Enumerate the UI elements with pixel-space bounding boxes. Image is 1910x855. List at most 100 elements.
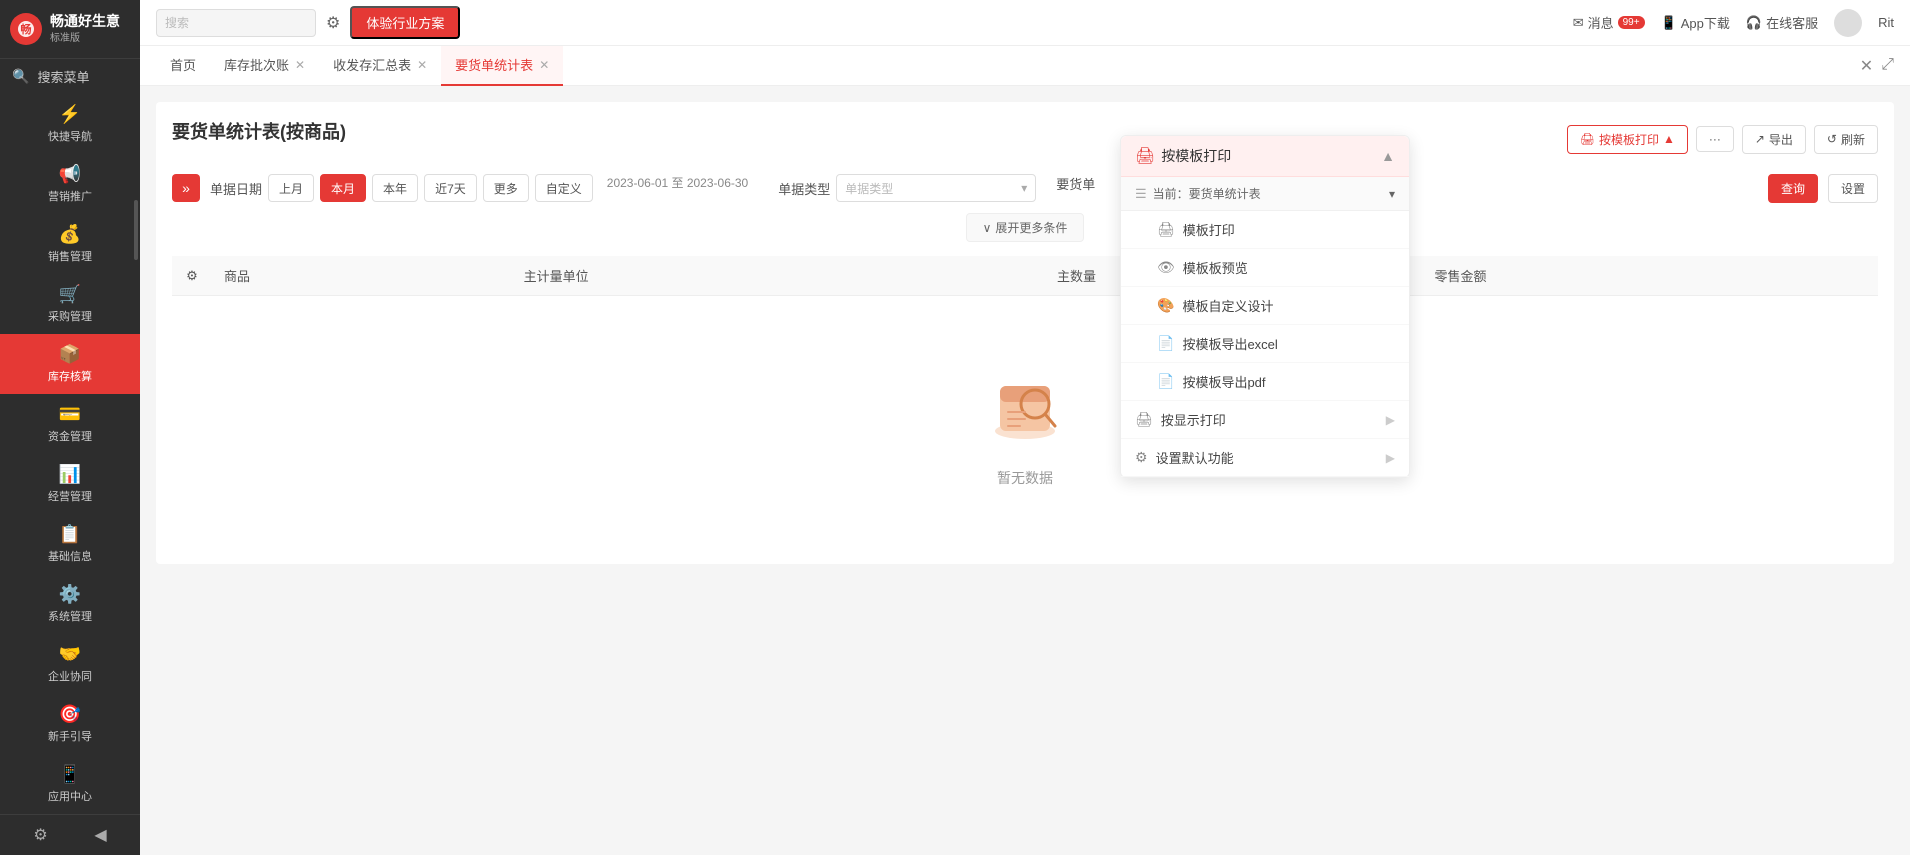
tab-requisition-close[interactable]: ✕ — [539, 58, 549, 72]
query-btn[interactable]: 查询 — [1768, 174, 1818, 203]
export-icon: ↗ — [1755, 132, 1765, 146]
date-last-month-btn[interactable]: 上月 — [268, 174, 314, 202]
settings-gear-icon[interactable]: ⚙ — [326, 13, 340, 33]
print-template-label: 按模板打印 — [1599, 131, 1659, 148]
user-name[interactable]: Rit — [1878, 15, 1894, 30]
table-header-row: ⚙ 商品 主计量单位 主数量 零售金额 — [172, 256, 1878, 296]
set-default-label: 设置默认功能 — [1156, 448, 1234, 467]
sidebar-item-finance[interactable]: 💳 资金管理 — [0, 394, 140, 454]
topbar-right: ✉ 消息 99+ 📱 App下载 🎧 在线客服 Rit — [1573, 9, 1894, 37]
dropdown-item-template-pdf[interactable]: 📄 按模板导出pdf — [1121, 363, 1409, 401]
dropdown-item-template-print[interactable]: 🖨 模板打印 — [1121, 211, 1409, 249]
sidebar-label-base: 基础信息 — [48, 548, 92, 564]
marketing-icon: 📢 — [59, 164, 81, 185]
dropdown-current-template[interactable]: ☰ 当前：要货单统计表 ▾ — [1121, 177, 1409, 211]
dropdown-item-template-preview[interactable]: 👁 模板板预览 — [1121, 249, 1409, 287]
set-default-arrow: ▶ — [1386, 451, 1395, 465]
app-download-icon: 📱 — [1661, 15, 1677, 31]
type-select[interactable]: 单据类型 ▾ — [836, 174, 1036, 202]
sidebar-item-system[interactable]: ⚙️ 系统管理 — [0, 574, 140, 634]
sidebar-item-cooperation[interactable]: 🤝 企业协同 — [0, 634, 140, 694]
sidebar-item-quicknav[interactable]: ⚡ 快捷导航 — [0, 94, 140, 154]
table-header: ⚙ 商品 主计量单位 主数量 零售金额 — [172, 256, 1878, 296]
type-filter-group: 单据类型 单据类型 ▾ — [778, 174, 1036, 202]
sidebar-item-sales[interactable]: 💰 销售管理 — [0, 214, 140, 274]
date-more-btn[interactable]: 更多 — [483, 174, 529, 202]
sidebar-item-marketing[interactable]: 📢 营销推广 — [0, 154, 140, 214]
date-custom-btn[interactable]: 自定义 — [535, 174, 593, 202]
type-select-placeholder: 单据类型 — [845, 180, 893, 197]
col-setting[interactable]: ⚙ — [172, 256, 212, 296]
close-window-btn[interactable]: ✕ — [1860, 56, 1873, 76]
expand-window-btn[interactable]: ⤢ — [1881, 56, 1894, 76]
page-content-area: 要货单统计表(按商品) 🖨 按模板打印 ▲ ··· ↗ 导出 — [140, 86, 1910, 855]
filter-bar: » 单据日期 上月 本月 本年 近7天 更多 自定义 2023-06-01 至 … — [172, 174, 1878, 203]
cooperation-icon: 🤝 — [59, 644, 81, 665]
tab-batch-close[interactable]: ✕ — [295, 58, 305, 72]
refresh-btn[interactable]: ↺ 刷新 — [1814, 125, 1878, 154]
sidebar-label-inventory: 库存核算 — [48, 368, 92, 384]
sidebar-logo: 畅 畅通好生意 标准版 — [0, 0, 140, 59]
display-print-label: 按显示打印 — [1161, 410, 1226, 429]
tab-requisition[interactable]: 要货单统计表 ✕ — [441, 46, 563, 86]
filter-expand-btn[interactable]: » — [172, 174, 200, 202]
settings-btn[interactable]: 设置 — [1828, 174, 1878, 203]
export-btn[interactable]: ↗ 导出 — [1742, 125, 1806, 154]
dropdown-item-template-custom[interactable]: 🎨 模板自定义设计 — [1121, 287, 1409, 325]
topbar-search-box[interactable]: 搜索 — [156, 9, 316, 37]
date-this-month-btn[interactable]: 本月 — [320, 174, 366, 202]
template-excel-icon: 📄 — [1157, 335, 1174, 352]
dropdown-item-template-excel[interactable]: 📄 按模板导出excel — [1121, 325, 1409, 363]
dropdown-close-arrow[interactable]: ▲ — [1381, 148, 1395, 164]
sidebar-item-inventory[interactable]: 📦 库存核算 — [0, 334, 140, 394]
tab-home-label: 首页 — [170, 55, 196, 74]
template-print-label: 模板打印 — [1183, 220, 1235, 239]
template-pdf-label: 按模板导出pdf — [1182, 372, 1265, 391]
category-filter-group: 要货单 — [1056, 174, 1095, 193]
expand-more-icon: ∨ — [983, 221, 992, 235]
sidebar-label-system: 系统管理 — [48, 608, 92, 624]
sidebar-item-newguide[interactable]: 🎯 新手引导 — [0, 694, 140, 754]
sales-icon: 💰 — [59, 224, 81, 245]
version-label: 标准版 — [50, 32, 120, 46]
print-template-btn[interactable]: 🖨 按模板打印 ▲ — [1567, 125, 1688, 154]
tab-home[interactable]: 首页 — [156, 46, 210, 86]
message-btn[interactable]: ✉ 消息 99+ — [1573, 13, 1645, 32]
current-template-icon: ☰ — [1135, 186, 1147, 202]
base-icon: 📋 — [59, 524, 81, 545]
sidebar-label-sales: 销售管理 — [48, 248, 92, 264]
user-avatar[interactable] — [1834, 9, 1862, 37]
tab-batch[interactable]: 库存批次账 ✕ — [210, 46, 319, 86]
tab-collection-close[interactable]: ✕ — [417, 58, 427, 72]
date-this-year-btn[interactable]: 本年 — [372, 174, 418, 202]
online-service-btn[interactable]: 🎧 在线客服 — [1746, 13, 1818, 32]
sidebar-search-btn[interactable]: 🔍 搜索菜单 — [0, 59, 140, 94]
app-download-btn[interactable]: 📱 App下载 — [1661, 13, 1730, 32]
sidebar-label-newguide: 新手引导 — [48, 728, 92, 744]
dropdown-section-set-default[interactable]: ⚙ 设置默认功能 ▶ — [1121, 439, 1409, 477]
template-custom-label: 模板自定义设计 — [1182, 296, 1273, 315]
tab-collection[interactable]: 收发存汇总表 ✕ — [319, 46, 441, 86]
tab-batch-label: 库存批次账 — [224, 55, 289, 74]
trial-btn[interactable]: 体验行业方案 — [350, 6, 460, 39]
appcenter-icon: 📱 — [59, 764, 81, 785]
collapse-sidebar-btn[interactable]: ◀ — [94, 825, 106, 845]
sidebar-scrollbar[interactable] — [132, 200, 140, 795]
sidebar-item-appcenter[interactable]: 📱 应用中心 — [0, 754, 140, 814]
online-service-label: 在线客服 — [1766, 13, 1818, 32]
more-btn[interactable]: ··· — [1696, 126, 1734, 152]
logo-icon: 畅 — [10, 13, 42, 45]
sidebar-item-base[interactable]: 📋 基础信息 — [0, 514, 140, 574]
sidebar-label-appcenter: 应用中心 — [48, 788, 92, 804]
date-last-7days-btn[interactable]: 近7天 — [424, 174, 477, 202]
settings-footer-btn[interactable]: ⚙ — [33, 825, 47, 845]
sidebar-footer: ⚙ ◀ — [0, 814, 140, 855]
expand-more-btn[interactable]: ∨ 展开更多条件 — [966, 213, 1085, 242]
message-label: 消息 — [1588, 13, 1614, 32]
date-filter-group: 单据日期 上月 本月 本年 近7天 更多 自定义 — [210, 174, 593, 202]
sidebar-item-purchase[interactable]: 🛒 采购管理 — [0, 274, 140, 334]
dropdown-section-display-print[interactable]: 🖨 按显示打印 ▶ — [1121, 401, 1409, 439]
sidebar-item-operations[interactable]: 📊 经营管理 — [0, 454, 140, 514]
template-custom-icon: 🎨 — [1157, 297, 1174, 314]
sidebar-label-purchase: 采购管理 — [48, 308, 92, 324]
